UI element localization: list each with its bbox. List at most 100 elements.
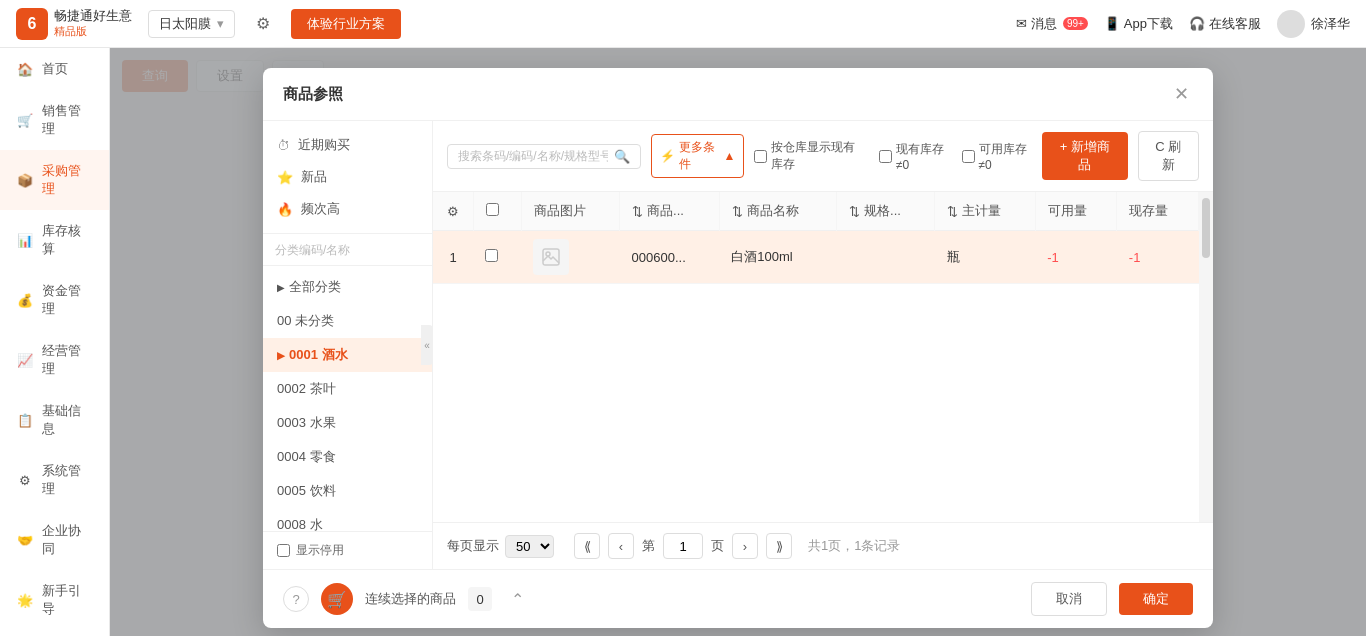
user-avatar-area[interactable]: 徐泽华 <box>1277 10 1350 38</box>
search-icon[interactable]: 🔍 <box>614 149 630 164</box>
row-unit: 瓶 <box>935 231 1036 284</box>
settings-icon[interactable]: ⚙ <box>247 8 279 40</box>
sidebar-item-home[interactable]: 🏠 首页 <box>0 48 109 90</box>
new-product-tab[interactable]: ⭐ 新品 <box>263 161 432 193</box>
select-all-checkbox[interactable] <box>486 203 499 216</box>
expand-icon: ▶ <box>277 282 285 293</box>
display-disabled-checkbox[interactable] <box>277 544 290 557</box>
modal-header: 商品参照 ✕ <box>263 68 1213 121</box>
modal-footer: ? 🛒 连续选择的商品 0 ⌃ 取消 确定 <box>263 569 1213 628</box>
product-search-input[interactable] <box>458 149 608 163</box>
filter-checkboxes: 按仓库显示现有库存 现有库存≠0 可用库存≠0 <box>754 139 1032 173</box>
col-code[interactable]: ⇅ 商品... <box>620 192 720 231</box>
col-checkbox <box>473 192 521 231</box>
page-size-wrap: 每页显示 50 <box>447 535 554 558</box>
cart-icon: 🛒 <box>16 111 34 129</box>
col-unit[interactable]: ⇅ 主计量 <box>935 192 1036 231</box>
sidebar-item-apps[interactable]: 📱 应用中心 <box>0 630 109 636</box>
scrollbar-thumb[interactable] <box>1202 198 1210 258</box>
sidebar-item-inventory[interactable]: 📊 库存核算 <box>0 210 109 270</box>
row-checkbox-cell <box>473 231 521 284</box>
stock-checkbox[interactable] <box>879 150 892 163</box>
high-freq-tab[interactable]: 🔥 频次高 <box>263 193 432 225</box>
sidebar-item-system[interactable]: ⚙ 系统管理 <box>0 450 109 510</box>
help-button[interactable]: ? <box>283 586 309 612</box>
table-wrap: ⚙ 商品图片 ⇅ 商品... <box>433 192 1199 522</box>
cat-item-0002[interactable]: 0002 茶叶 <box>263 372 432 406</box>
panel-collapse-button[interactable]: « <box>421 325 433 365</box>
online-service-button[interactable]: 🎧 在线客服 <box>1189 15 1261 33</box>
main-layout: 🏠 首页 🛒 销售管理 📦 采购管理 📊 库存核算 💰 资金管理 📈 经营管理 … <box>0 48 1366 636</box>
filter-check-stock[interactable]: 现有库存≠0 <box>879 141 950 172</box>
active-arrow-icon: ▶ <box>277 350 285 361</box>
cancel-button[interactable]: 取消 <box>1031 582 1107 616</box>
star-icon: ⭐ <box>277 170 293 185</box>
confirm-button[interactable]: 确定 <box>1119 583 1193 615</box>
home-icon: 🏠 <box>16 60 34 78</box>
add-product-button[interactable]: + 新增商品 <box>1042 132 1127 180</box>
cat-item-0008[interactable]: 0008 水 <box>263 508 432 531</box>
trial-button[interactable]: 体验行业方案 <box>291 9 401 39</box>
refresh-button[interactable]: C 刷新 <box>1138 131 1199 181</box>
col-spec[interactable]: ⇅ 规格... <box>837 192 935 231</box>
page-number-input[interactable] <box>663 533 703 559</box>
sort-icon: ⇅ <box>849 204 860 219</box>
cart-button[interactable]: 🛒 <box>321 583 353 615</box>
row-stock: -1 <box>1117 231 1199 284</box>
table-row[interactable]: 1 <box>433 231 1199 284</box>
first-page-button[interactable]: ⟪ <box>574 533 600 559</box>
scrollbar[interactable] <box>1199 192 1213 522</box>
recent-purchase-tab[interactable]: ⏱ 近期购买 <box>263 129 432 161</box>
modal-close-button[interactable]: ✕ <box>1169 82 1193 106</box>
warehouse-checkbox[interactable] <box>754 150 767 163</box>
app-download-button[interactable]: 📱 App下载 <box>1104 15 1173 33</box>
sidebar-item-guide[interactable]: 🌟 新手引导 <box>0 570 109 630</box>
sidebar-item-purchase[interactable]: 📦 采购管理 <box>0 150 109 210</box>
sidebar-item-info[interactable]: 📋 基础信息 <box>0 390 109 450</box>
sidebar-item-sales[interactable]: 🛒 销售管理 <box>0 90 109 150</box>
cat-item-00[interactable]: 00 未分类 <box>263 304 432 338</box>
cat-item-0003[interactable]: 0003 水果 <box>263 406 432 440</box>
filter-icon: ⚡ <box>660 149 675 163</box>
prev-page-button[interactable]: ‹ <box>608 533 634 559</box>
headset-icon: 🎧 <box>1189 16 1205 31</box>
logo-area: 6 畅捷通好生意 精品版 <box>16 8 132 40</box>
chevron-down-icon: ▾ <box>217 16 224 31</box>
finance-icon: 💰 <box>16 291 34 309</box>
message-icon: ✉ <box>1016 16 1027 31</box>
filter-more-button[interactable]: ⚡ 更多条件 ▲ <box>651 134 744 178</box>
chevron-up-icon: ▲ <box>723 149 735 163</box>
sidebar-item-finance[interactable]: 💰 资金管理 <box>0 270 109 330</box>
footer-collapse-button[interactable]: ⌃ <box>504 586 530 612</box>
category-search-input[interactable] <box>275 243 425 257</box>
modal-body: ⏱ 近期购买 ⭐ 新品 🔥 频次高 <box>263 121 1213 569</box>
row-spec <box>837 231 935 284</box>
last-page-button[interactable]: ⟫ <box>766 533 792 559</box>
filter-check-warehouse[interactable]: 按仓库显示现有库存 <box>754 139 867 173</box>
cat-item-0001[interactable]: ▶ 0001 酒水 <box>263 338 432 372</box>
logo-icon: 6 <box>16 8 48 40</box>
row-checkbox[interactable] <box>485 249 498 262</box>
product-image <box>533 239 569 275</box>
message-button[interactable]: ✉ 消息 99+ <box>1016 15 1088 33</box>
cat-item-all[interactable]: ▶ 全部分类 <box>263 270 432 304</box>
sort-icon: ⇅ <box>947 204 958 219</box>
available-checkbox[interactable] <box>962 150 975 163</box>
search-icon[interactable]: 🔍 <box>431 242 433 257</box>
logo-text: 畅捷通好生意 精品版 <box>54 8 132 40</box>
cat-item-0005[interactable]: 0005 饮料 <box>263 474 432 508</box>
sidebar-item-collab[interactable]: 🤝 企业协同 <box>0 510 109 570</box>
row-img-cell <box>521 231 619 284</box>
nav-dropdown[interactable]: 日太阳膜 ▾ <box>148 10 235 38</box>
next-page-button[interactable]: › <box>732 533 758 559</box>
sidebar-item-manage[interactable]: 📈 经营管理 <box>0 330 109 390</box>
table-header-row: ⚙ 商品图片 ⇅ 商品... <box>433 192 1199 231</box>
cat-item-0004[interactable]: 0004 零食 <box>263 440 432 474</box>
product-table: ⚙ 商品图片 ⇅ 商品... <box>433 192 1199 284</box>
phone-icon: 📱 <box>1104 16 1120 31</box>
filter-bar: 🔍 ⚡ 更多条件 ▲ 按仓库显示现有库存 <box>433 121 1213 192</box>
page-size-select[interactable]: 50 <box>505 535 554 558</box>
row-available: -1 <box>1035 231 1117 284</box>
filter-check-available[interactable]: 可用库存≠0 <box>962 141 1033 172</box>
col-name[interactable]: ⇅ 商品名称 <box>719 192 836 231</box>
